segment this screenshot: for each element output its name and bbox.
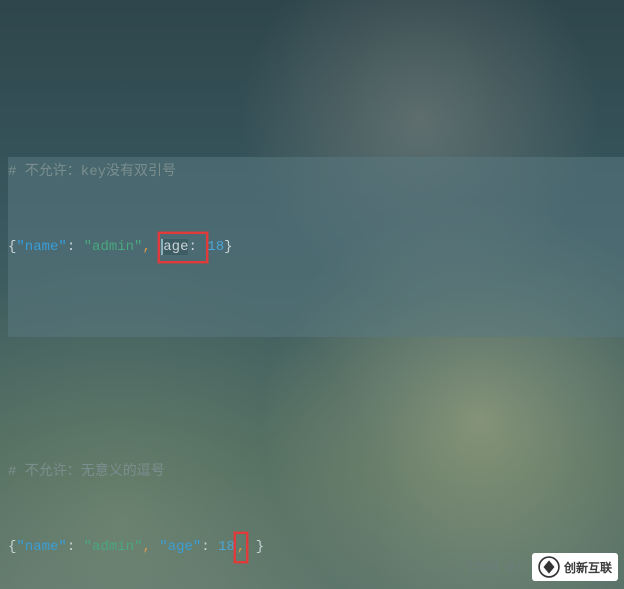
watermark-brand-text: 创新互联: [564, 559, 612, 576]
num-18: 18: [207, 239, 224, 255]
colon: :: [67, 539, 84, 555]
brace-close: }: [256, 539, 264, 555]
colon: :: [201, 539, 218, 555]
code-line: # 不允许：无意义的逗号: [8, 460, 616, 485]
brand-logo-icon: [538, 556, 560, 578]
str-admin: "admin": [84, 539, 143, 555]
watermark-pill: 创新互联: [532, 553, 618, 581]
key-name: "name": [16, 239, 66, 255]
colon: :: [188, 239, 205, 255]
code-line: # 不允许：key没有双引号: [8, 160, 616, 185]
code-editor: # 不允许：key没有双引号 {"name": "admin", age: 18…: [0, 0, 624, 589]
key-age-unquoted: age: [161, 239, 188, 255]
colon: :: [67, 239, 84, 255]
code-line: {"name": "admin", age: 18}: [8, 235, 616, 260]
comment: # 不允许：无意义的逗号: [8, 464, 165, 480]
blank-line: [8, 335, 616, 360]
key-age: "age": [159, 539, 201, 555]
comma: ,: [237, 539, 245, 555]
watermark-left-text: CSDN @/: [467, 560, 522, 575]
str-admin: "admin": [84, 239, 143, 255]
key-name: "name": [16, 539, 66, 555]
num-18: 18: [218, 539, 235, 555]
comma: ,: [142, 539, 159, 555]
comma: ,: [142, 239, 159, 255]
error-box-unquoted-key: age:: [158, 232, 208, 263]
brace-close: }: [224, 239, 232, 255]
watermark: CSDN @/ 创新互联: [449, 547, 624, 589]
comment: # 不允许：key没有双引号: [8, 164, 176, 180]
error-box-trailing-comma: ,: [234, 532, 248, 563]
